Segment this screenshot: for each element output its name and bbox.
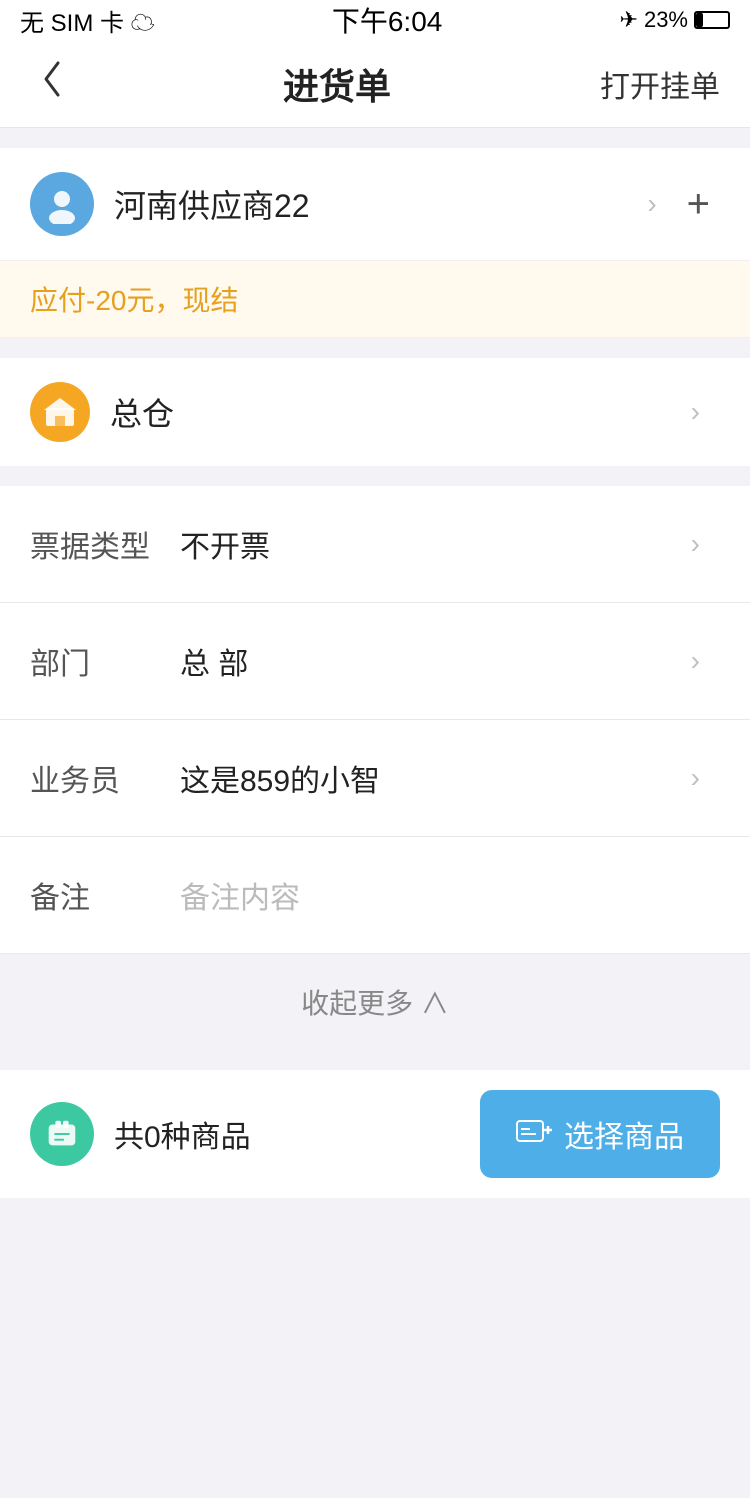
add-supplier-button[interactable]: + xyxy=(677,182,720,227)
salesperson-chevron-icon: › xyxy=(691,762,700,794)
status-time: 下午6:04 xyxy=(332,0,443,40)
divider-gap-1 xyxy=(0,338,750,358)
select-product-label: 选择商品 xyxy=(564,1112,684,1156)
product-icon xyxy=(30,1102,94,1166)
salesperson-value: 这是859的小智 xyxy=(160,756,691,800)
nav-bar: 进货单 打开挂单 xyxy=(0,40,750,128)
salesperson-row[interactable]: 业务员 这是859的小智 › xyxy=(0,720,750,837)
status-right: ✈ 23% xyxy=(620,7,730,33)
supplier-row[interactable]: 河南供应商22 › + xyxy=(0,148,750,261)
divider-gap-2 xyxy=(0,466,750,486)
open-pending-button[interactable]: 打开挂单 xyxy=(600,62,720,106)
page-title: 进货单 xyxy=(283,58,391,110)
product-count: 共0种商品 xyxy=(114,1112,480,1156)
remark-row[interactable]: 备注 备注内容 xyxy=(0,837,750,953)
warehouse-row[interactable]: 总仓 › xyxy=(0,358,750,466)
supplier-section: 河南供应商22 › + 应付-20元，现结 xyxy=(0,148,750,338)
invoice-type-label: 票据类型 xyxy=(30,522,160,566)
select-product-button[interactable]: 选择商品 xyxy=(480,1090,720,1178)
notice-bar: 应付-20元，现结 xyxy=(0,261,750,338)
warehouse-icon xyxy=(30,382,90,442)
remark-input[interactable]: 备注内容 xyxy=(160,873,720,917)
department-value: 总 部 xyxy=(160,639,691,683)
battery-icon: ✈ xyxy=(620,7,638,33)
department-chevron-icon: › xyxy=(691,645,700,677)
form-section: 票据类型 不开票 › 部门 总 部 › 业务员 这是859的小智 › 备注 备注… xyxy=(0,486,750,953)
supplier-chevron-icon: › xyxy=(647,188,656,220)
salesperson-label: 业务员 xyxy=(30,756,160,800)
select-product-icon xyxy=(516,1120,552,1148)
product-bar: 共0种商品 选择商品 xyxy=(0,1070,750,1198)
warehouse-chevron-icon: › xyxy=(691,396,700,428)
warehouse-name: 总仓 xyxy=(110,389,691,435)
warehouse-section: 总仓 › xyxy=(0,358,750,466)
bottom-filler xyxy=(0,1198,750,1498)
department-label: 部门 xyxy=(30,639,160,683)
invoice-type-value: 不开票 xyxy=(160,522,691,566)
department-row[interactable]: 部门 总 部 › xyxy=(0,603,750,720)
collapse-button[interactable]: 收起更多 ∧ xyxy=(0,953,750,1050)
battery-bar xyxy=(694,11,730,29)
supplier-name: 河南供应商22 xyxy=(114,181,647,227)
back-button[interactable] xyxy=(30,49,74,118)
remark-label: 备注 xyxy=(30,873,160,917)
sim-status: 无 SIM 卡 ☁ xyxy=(20,3,155,38)
section-gap-1 xyxy=(0,128,750,148)
invoice-type-row[interactable]: 票据类型 不开票 › xyxy=(0,486,750,603)
invoice-type-chevron-icon: › xyxy=(691,528,700,560)
status-left: 无 SIM 卡 ☁ xyxy=(20,3,155,38)
battery-level: 23% xyxy=(644,7,688,33)
status-bar: 无 SIM 卡 ☁ 下午6:04 ✈ 23% xyxy=(0,0,750,40)
supplier-avatar xyxy=(30,172,94,236)
